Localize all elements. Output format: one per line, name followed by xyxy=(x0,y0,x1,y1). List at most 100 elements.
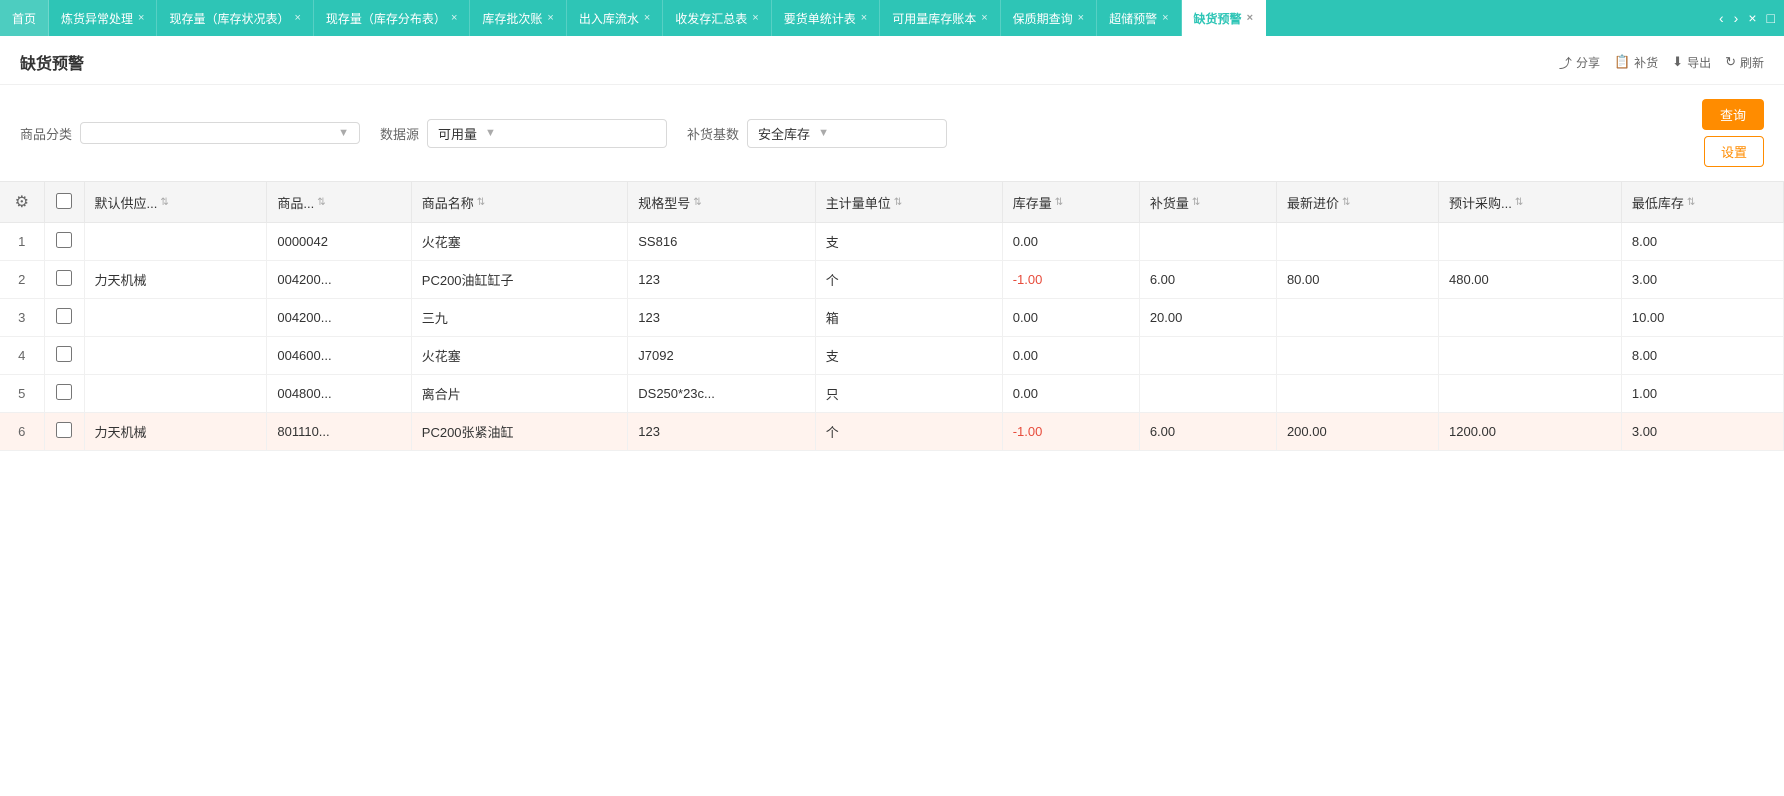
tab-available[interactable]: 可用量库存账本 × xyxy=(880,0,1000,36)
tab-overstock[interactable]: 超储预警 × xyxy=(1097,0,1181,36)
row-stock: 0.00 xyxy=(1002,337,1139,375)
col-stock-label: 库存量 xyxy=(1013,193,1052,212)
row-checkbox[interactable] xyxy=(56,422,72,438)
replenish-label: 补货基数 xyxy=(687,124,739,143)
page-content: 缺货预警 ⤴ 分享 📋 补货 ⬇ 导出 ↻ 刷新 商品分类 xyxy=(0,36,1784,796)
row-no: 5 xyxy=(0,375,44,413)
tab-stock-dist[interactable]: 现存量（库存分布表） × xyxy=(314,0,470,36)
share-button[interactable]: ⤴ 分享 xyxy=(1559,53,1600,72)
tab-label: 炼货异常处理 xyxy=(61,10,133,27)
row-no: 2 xyxy=(0,261,44,299)
col-unit: 主计量单位 ⇅ xyxy=(815,182,1002,223)
table-container: ⚙ 默认供应... ⇅ 商品... ⇅ xyxy=(0,181,1784,451)
tab-close-all-btn[interactable]: × xyxy=(1743,8,1761,28)
replenish-value: 安全库存 xyxy=(758,124,810,143)
settings-button[interactable]: 设置 xyxy=(1704,136,1764,167)
row-latest-price xyxy=(1276,375,1438,413)
row-checkbox[interactable] xyxy=(56,232,72,248)
tab-inout[interactable]: 出入库流水 × xyxy=(567,0,663,36)
sort-icon[interactable]: ⇅ xyxy=(693,197,701,208)
tab-close-icon[interactable]: × xyxy=(644,12,650,24)
sort-icon[interactable]: ⇅ xyxy=(1515,197,1523,208)
tab-purchase-stat[interactable]: 要货单统计表 × xyxy=(772,0,880,36)
category-select[interactable]: ▼ xyxy=(80,122,360,144)
row-replenish xyxy=(1139,223,1276,261)
row-latest-price xyxy=(1276,337,1438,375)
row-est-purchase: 1200.00 xyxy=(1439,413,1622,451)
tab-prev-btn[interactable]: ‹ xyxy=(1714,8,1729,28)
tab-close-icon[interactable]: × xyxy=(861,12,867,24)
tab-label: 可用量库存账本 xyxy=(892,10,976,27)
datasource-select[interactable]: 可用量 ▼ xyxy=(427,119,667,148)
table-body: 1 0000042 火花塞 SS816 支 0.00 8.00 2 力天机械 0… xyxy=(0,223,1784,451)
sort-icon[interactable]: ⇅ xyxy=(317,197,325,208)
sort-icon[interactable]: ⇅ xyxy=(1192,197,1200,208)
tab-close-icon[interactable]: × xyxy=(981,12,987,24)
datasource-filter-group: 数据源 可用量 ▼ xyxy=(380,119,667,148)
gear-icon[interactable]: ⚙ xyxy=(15,194,29,211)
col-min-stock: 最低库存 ⇅ xyxy=(1621,182,1783,223)
col-supplier: 默认供应... ⇅ xyxy=(84,182,267,223)
row-no: 4 xyxy=(0,337,44,375)
col-min-stock-label: 最低库存 xyxy=(1632,193,1684,212)
select-all-checkbox[interactable] xyxy=(56,193,72,209)
sort-icon[interactable]: ⇅ xyxy=(894,197,902,208)
refresh-button[interactable]: ↻ 刷新 xyxy=(1725,54,1764,71)
row-checkbox-cell xyxy=(44,337,84,375)
row-spec: 123 xyxy=(628,261,815,299)
row-unit: 支 xyxy=(815,223,1002,261)
row-checkbox-cell xyxy=(44,223,84,261)
tab-shortage[interactable]: 缺货预警 × xyxy=(1182,0,1266,36)
row-stock: -1.00 xyxy=(1002,413,1139,451)
sort-icon[interactable]: ⇅ xyxy=(1687,197,1695,208)
tab-close-icon[interactable]: × xyxy=(294,12,300,24)
row-spec: J7092 xyxy=(628,337,815,375)
tab-next-btn[interactable]: › xyxy=(1729,8,1744,28)
tab-close-icon[interactable]: × xyxy=(1078,12,1084,24)
export-button[interactable]: ⬇ 导出 xyxy=(1672,54,1711,71)
tab-receive-summary[interactable]: 收发存汇总表 × xyxy=(663,0,771,36)
sort-icon[interactable]: ⇅ xyxy=(1342,197,1350,208)
replenish-filter-group: 补货基数 安全库存 ▼ xyxy=(687,119,947,148)
tab-close-icon[interactable]: × xyxy=(547,12,553,24)
tab-batch[interactable]: 库存批次账 × xyxy=(470,0,566,36)
col-settings[interactable]: ⚙ xyxy=(0,182,44,223)
datasource-value: 可用量 xyxy=(438,124,477,143)
tab-expiry[interactable]: 保质期查询 × xyxy=(1001,0,1097,36)
tab-close-icon[interactable]: × xyxy=(451,12,457,24)
tab-close-icon[interactable]: × xyxy=(138,12,144,24)
row-est-purchase: 480.00 xyxy=(1439,261,1622,299)
col-replenish-label: 补货量 xyxy=(1150,193,1189,212)
tab-restore-btn[interactable]: □ xyxy=(1762,8,1780,28)
col-est-purchase: 预计采购... ⇅ xyxy=(1439,182,1622,223)
replenish-select[interactable]: 安全库存 ▼ xyxy=(747,119,947,148)
row-stock: 0.00 xyxy=(1002,375,1139,413)
restock-icon: 📋 xyxy=(1614,54,1630,70)
tab-label: 收发存汇总表 xyxy=(675,10,747,27)
tab-close-icon[interactable]: × xyxy=(752,12,758,24)
restock-button[interactable]: 📋 补货 xyxy=(1614,54,1658,71)
sort-icon[interactable]: ⇅ xyxy=(1055,197,1063,208)
row-replenish xyxy=(1139,375,1276,413)
row-checkbox[interactable] xyxy=(56,308,72,324)
col-est-purchase-label: 预计采购... xyxy=(1449,193,1512,212)
row-no: 6 xyxy=(0,413,44,451)
row-checkbox[interactable] xyxy=(56,270,72,286)
tab-close-icon[interactable]: × xyxy=(1162,12,1168,24)
row-name: 火花塞 xyxy=(411,223,627,261)
tab-home[interactable]: 首页 xyxy=(0,0,49,36)
row-checkbox[interactable] xyxy=(56,346,72,362)
tab-abnormal[interactable]: 炼货异常处理 × xyxy=(49,0,157,36)
sort-icon[interactable]: ⇅ xyxy=(477,197,485,208)
query-button[interactable]: 查询 xyxy=(1702,99,1764,130)
col-replenish: 补货量 ⇅ xyxy=(1139,182,1276,223)
tab-close-icon[interactable]: × xyxy=(1247,12,1253,24)
row-min-stock: 10.00 xyxy=(1621,299,1783,337)
row-no: 1 xyxy=(0,223,44,261)
row-checkbox[interactable] xyxy=(56,384,72,400)
sort-icon[interactable]: ⇅ xyxy=(160,197,168,208)
table-header-row: ⚙ 默认供应... ⇅ 商品... ⇅ xyxy=(0,182,1784,223)
row-min-stock: 3.00 xyxy=(1621,413,1783,451)
row-unit: 个 xyxy=(815,413,1002,451)
tab-stock-status[interactable]: 现存量（库存状况表） × xyxy=(157,0,313,36)
